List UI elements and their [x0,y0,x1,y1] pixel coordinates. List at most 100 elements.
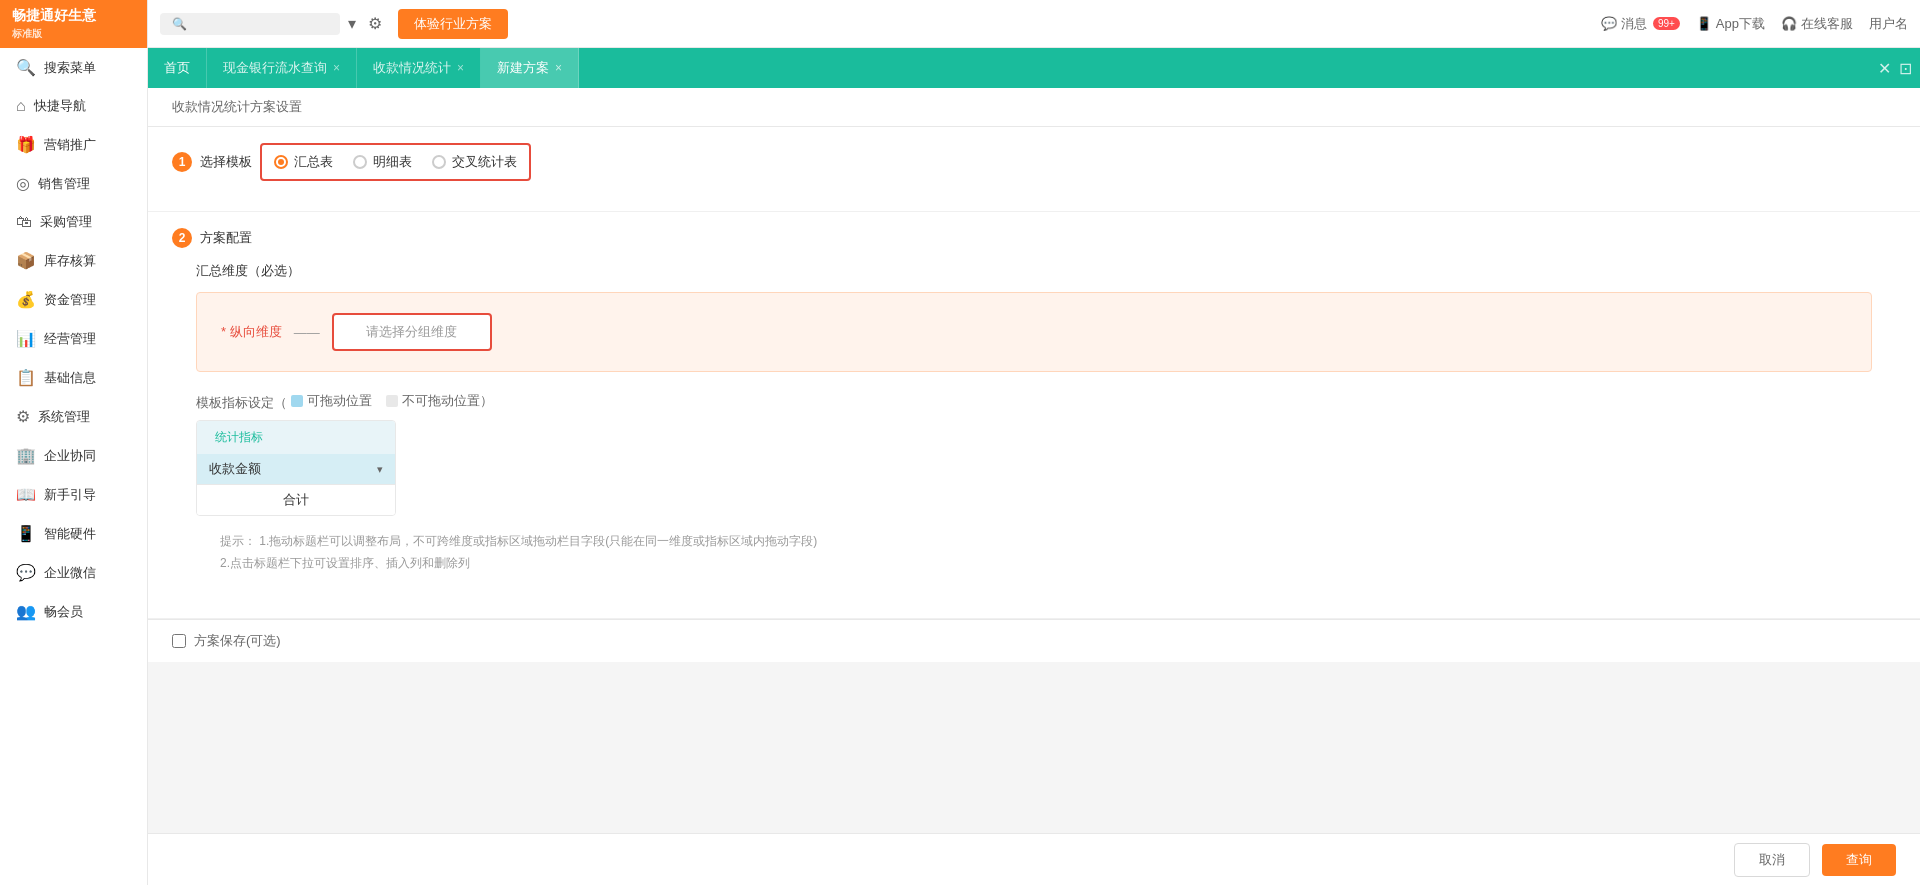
metrics-table: 统计指标 收款金额 ▾ 合计 [196,420,396,516]
search-bar[interactable]: 🔍 [160,13,340,35]
trial-button[interactable]: 体验行业方案 [398,9,508,39]
sidebar-item-wechat[interactable]: 💬 企业微信 [0,553,147,592]
sidebar-label-system: 系统管理 [38,408,90,426]
metrics-section: 模板指标设定（ 可拖动位置 不可拖动位置） [196,392,1872,519]
tab-new-plan[interactable]: 新建方案 × [481,48,579,88]
main-section: 1 选择模板 汇总表 明细表 交叉统计表 [148,127,1920,662]
dimension-area: * 纵向维度 —— 请选择分组维度 [196,292,1872,372]
member-icon: 👥 [16,602,36,621]
tab-new-plan-label: 新建方案 [497,59,549,77]
service-item[interactable]: 🎧 在线客服 [1781,15,1853,33]
notification-badge: 99+ [1653,17,1680,30]
sidebar-item-operation[interactable]: 📊 经营管理 [0,319,147,358]
save-checkbox[interactable] [172,634,186,648]
notification-icon: 💬 [1601,16,1617,31]
non-draggable-indicator: 不可拖动位置） [386,392,493,410]
user-name: 用户名 [1869,15,1908,33]
tab-receipt-close[interactable]: × [457,61,464,75]
draggable-label: 可拖动位置 [307,392,372,410]
sidebar-item-search[interactable]: 🔍 搜索菜单 [0,48,147,87]
config-section: 汇总维度（必选） * 纵向维度 —— 请选择分组维度 模板指标设定（ [172,262,1896,602]
sidebar-label-nav: 快捷导航 [34,97,86,115]
radio-label-summary: 汇总表 [294,153,333,171]
tabbar-actions: ✕ ⊡ [1870,48,1920,88]
sidebar-item-cooperation[interactable]: 🏢 企业协同 [0,436,147,475]
page-content: 收款情况统计方案设置 1 选择模板 汇总表 明细表 [148,88,1920,885]
cancel-button[interactable]: 取消 [1734,843,1810,877]
sidebar-item-member[interactable]: 👥 畅会员 [0,592,147,631]
topbar-right: 💬 消息 99+ 📱 App下载 🎧 在线客服 用户名 [1601,15,1908,33]
download-item[interactable]: 📱 App下载 [1696,15,1765,33]
sidebar-item-basic[interactable]: 📋 基础信息 [0,358,147,397]
metrics-settings-label: 模板指标设定（ 可拖动位置 不可拖动位置） [196,392,493,412]
sidebar-item-system[interactable]: ⚙ 系统管理 [0,397,147,436]
main-content: 🔍 ▾ ⚙ 体验行业方案 💬 消息 99+ 📱 App下载 🎧 在线客服 用户名 [148,0,1920,885]
step2-section: 2 方案配置 汇总维度（必选） * 纵向维度 —— 请选择分组维度 [148,212,1920,619]
basic-icon: 📋 [16,368,36,387]
sidebar-label-marketing: 营销推广 [44,136,96,154]
sales-icon: ◎ [16,174,30,193]
search-icon-topbar: 🔍 [172,17,187,31]
tab-home[interactable]: 首页 [148,48,207,88]
step2-badge: 2 [172,228,192,248]
tab-bank-close[interactable]: × [333,61,340,75]
sidebar-item-finance[interactable]: 💰 资金管理 [0,280,147,319]
settings-icon[interactable]: ⚙ [368,14,382,33]
sidebar-item-guide[interactable]: 📖 新手引导 [0,475,147,514]
notification-item[interactable]: 💬 消息 99+ [1601,15,1680,33]
save-section: 方案保存(可选) [148,619,1920,662]
gift-icon: 🎁 [16,135,36,154]
step2-header: 2 方案配置 [172,228,1896,248]
app-version: 标准版 [12,27,96,41]
user-item[interactable]: 用户名 [1869,15,1908,33]
non-draggable-label: 不可拖动位置） [402,392,493,410]
hardware-icon: 📱 [16,524,36,543]
sidebar-item-nav[interactable]: ⌂ 快捷导航 [0,87,147,125]
draggable-indicator: 可拖动位置 [291,392,372,410]
dimension-select[interactable]: 请选择分组维度 [332,313,492,351]
tip-line2: 2.点击标题栏下拉可设置排序、插入列和删除列 [220,553,1848,575]
sidebar-item-hardware[interactable]: 📱 智能硬件 [0,514,147,553]
sidebar-label-operation: 经营管理 [44,330,96,348]
step1-badge: 1 [172,152,192,172]
sidebar-item-purchase[interactable]: 🛍 采购管理 [0,203,147,241]
tip-line1: 提示： 1.拖动标题栏可以调整布局，不可跨维度或指标区域拖动栏目字段(只能在同一… [220,531,1848,553]
service-label: 在线客服 [1801,15,1853,33]
metrics-table-header: 统计指标 [197,421,395,454]
dimension-vertical-label: * 纵向维度 [221,323,282,341]
tab-bank[interactable]: 现金银行流水查询 × [207,48,357,88]
sidebar-item-inventory[interactable]: 📦 库存核算 [0,241,147,280]
sidebar-label-member: 畅会员 [44,603,83,621]
radio-label-cross: 交叉统计表 [452,153,517,171]
radio-detail[interactable]: 明细表 [353,153,412,171]
notification-label: 消息 [1621,15,1647,33]
step1-section: 1 选择模板 汇总表 明细表 交叉统计表 [148,127,1920,212]
dropdown-arrow[interactable]: ▾ [348,14,356,33]
sidebar-item-marketing[interactable]: 🎁 营销推广 [0,125,147,164]
sidebar-item-sales[interactable]: ◎ 销售管理 [0,164,147,203]
save-label: 方案保存(可选) [194,632,281,650]
metrics-column-header[interactable]: 收款金额 ▾ [197,454,395,484]
download-icon: 📱 [1696,16,1712,31]
step1-header: 1 选择模板 汇总表 明细表 交叉统计表 [172,143,1896,181]
tabbar: 首页 现金银行流水查询 × 收款情况统计 × 新建方案 × ✕ ⊡ [148,48,1920,88]
search-icon: 🔍 [16,58,36,77]
query-button[interactable]: 查询 [1822,844,1896,876]
sidebar-label-purchase: 采购管理 [40,213,92,231]
tab-window-close[interactable]: ✕ [1878,59,1891,78]
guide-icon: 📖 [16,485,36,504]
sidebar-label-basic: 基础信息 [44,369,96,387]
sidebar-label-inventory: 库存核算 [44,252,96,270]
radio-dot-cross [432,155,446,169]
tab-receipt[interactable]: 收款情况统计 × [357,48,481,88]
system-icon: ⚙ [16,407,30,426]
tab-new-plan-close[interactable]: × [555,61,562,75]
radio-cross[interactable]: 交叉统计表 [432,153,517,171]
chevron-down-icon[interactable]: ▾ [377,463,383,476]
radio-summary[interactable]: 汇总表 [274,153,333,171]
tab-maximize[interactable]: ⊡ [1899,59,1912,78]
tab-receipt-label: 收款情况统计 [373,59,451,77]
step2-title: 方案配置 [200,229,252,247]
metrics-column-label: 收款金额 [209,460,261,478]
sidebar-logo: 畅捷通好生意 标准版 [0,0,147,48]
